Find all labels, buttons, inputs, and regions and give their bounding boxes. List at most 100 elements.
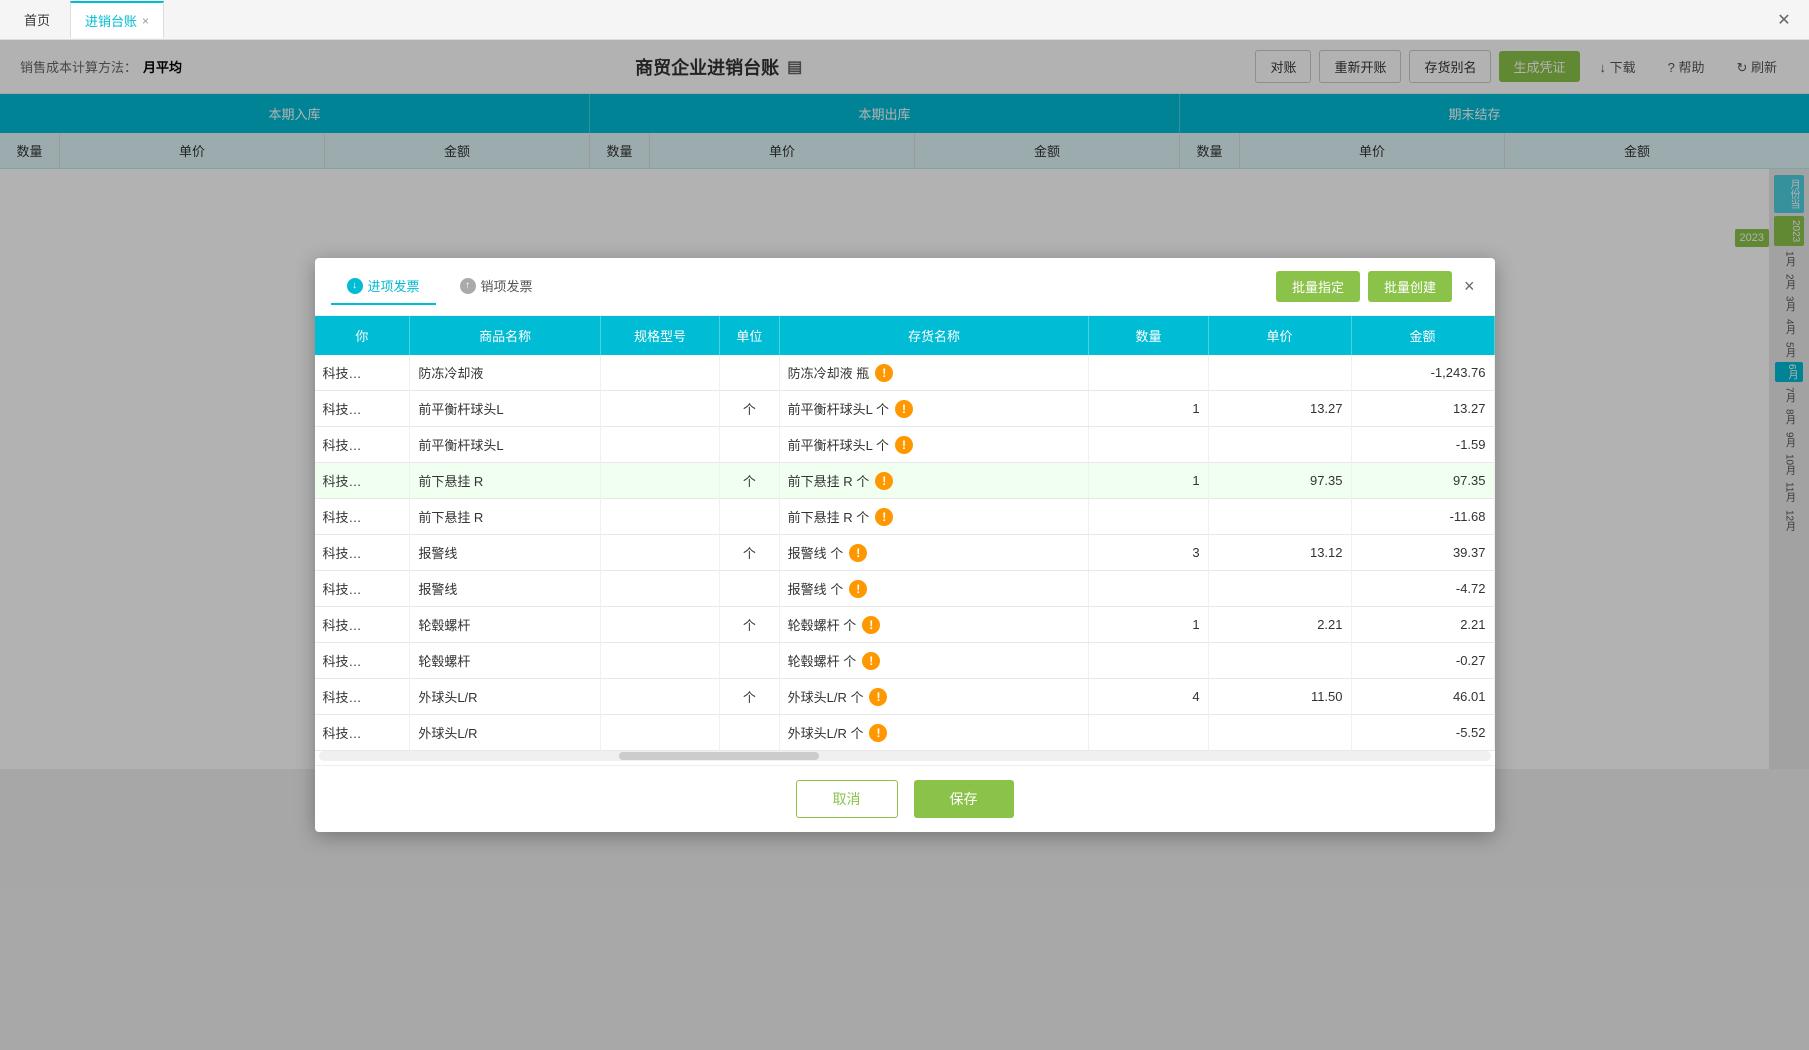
- modal-table-wrap[interactable]: 你 商品名称 规格型号 单位 存货名称 数量 单价 金额 科技… 防冻冷却液: [315, 316, 1495, 751]
- cell-product: 轮毂螺杆: [410, 607, 601, 643]
- table-row: 科技… 前平衡杆球头L 个 前平衡杆球头L 个 ! 1 13.27 13.27: [315, 391, 1495, 427]
- batch-create-button[interactable]: 批量创建: [1368, 271, 1452, 302]
- cell-amount: -1,243.76: [1351, 355, 1494, 391]
- cell-spec: [600, 535, 719, 571]
- warn-icon: !: [875, 364, 893, 382]
- cell-product: 前平衡杆球头L: [410, 427, 601, 463]
- col-product-header: 商品名称: [410, 316, 601, 355]
- cell-spec: [600, 715, 719, 751]
- cell-amount: -1.59: [1351, 427, 1494, 463]
- cell-company: 科技…: [315, 463, 410, 499]
- cell-product: 轮毂螺杆: [410, 643, 601, 679]
- cell-unit: [720, 715, 780, 751]
- incoming-tab-icon: ↓: [347, 278, 363, 294]
- cell-company: 科技…: [315, 571, 410, 607]
- col-amount-header: 金额: [1351, 316, 1494, 355]
- cell-unitprice: [1208, 643, 1351, 679]
- col-inventory-header: 存货名称: [779, 316, 1089, 355]
- cell-unitprice: 11.50: [1208, 679, 1351, 715]
- table-row: 科技… 前下悬挂 R 前下悬挂 R 个 ! -11.68: [315, 499, 1495, 535]
- cell-unit: 个: [720, 535, 780, 571]
- cell-spec: [600, 643, 719, 679]
- cell-unit: [720, 571, 780, 607]
- cell-inventory: 前平衡杆球头L 个 !: [780, 391, 1089, 426]
- warn-icon: !: [862, 616, 880, 634]
- cell-quantity: 3: [1089, 535, 1208, 571]
- outgoing-tab-icon: ↑: [460, 278, 476, 294]
- tab-incoming-invoice[interactable]: ↓ 进项发票: [331, 268, 436, 305]
- warn-icon: !: [862, 652, 880, 670]
- cell-company: 科技…: [315, 715, 410, 751]
- cell-unit: 个: [720, 679, 780, 715]
- cell-inventory: 报警线 个 !: [780, 571, 1089, 606]
- table-row: 科技… 外球头L/R 个 外球头L/R 个 ! 4 11.50 46.01: [315, 679, 1495, 715]
- cell-spec: [600, 391, 719, 427]
- cell-company: 科技…: [315, 535, 410, 571]
- warn-icon: !: [869, 688, 887, 706]
- cell-inventory: 前平衡杆球头L 个 !: [780, 427, 1089, 462]
- cell-product: 防冻冷却液: [410, 355, 601, 391]
- cell-unitprice: [1208, 427, 1351, 463]
- col-company-header: 你: [315, 316, 410, 355]
- cell-inventory: 轮毂螺杆 个 !: [780, 643, 1089, 678]
- cell-product: 报警线: [410, 571, 601, 607]
- col-unitprice-header: 单价: [1208, 316, 1351, 355]
- cell-spec: [600, 679, 719, 715]
- cell-spec: [600, 463, 719, 499]
- cell-unit: [720, 499, 780, 535]
- cell-unit: [720, 427, 780, 463]
- cell-inventory: 防冻冷却液 瓶 !: [780, 355, 1089, 390]
- batch-assign-button[interactable]: 批量指定: [1276, 271, 1360, 302]
- cell-unitprice: 2.21: [1208, 607, 1351, 643]
- modal-header: ↓ 进项发票 ↑ 销项发票 批量指定 批量创建 ×: [315, 258, 1495, 316]
- cell-company: 科技…: [315, 355, 410, 391]
- cell-quantity: 1: [1089, 391, 1208, 427]
- table-row: 科技… 报警线 个 报警线 个 ! 3 13.12 39.37: [315, 535, 1495, 571]
- warn-icon: !: [849, 544, 867, 562]
- modal-dialog: ↓ 进项发票 ↑ 销项发票 批量指定 批量创建 × 你: [315, 258, 1495, 832]
- cell-spec: [600, 427, 719, 463]
- warn-icon: !: [869, 724, 887, 742]
- cell-spec: [600, 571, 719, 607]
- cell-unit: 个: [720, 607, 780, 643]
- cell-amount: -11.68: [1351, 499, 1494, 535]
- cell-unitprice: 13.27: [1208, 391, 1351, 427]
- cell-product: 前平衡杆球头L: [410, 391, 601, 427]
- cell-amount: -4.72: [1351, 571, 1494, 607]
- cell-spec: [600, 607, 719, 643]
- modal-table: 你 商品名称 规格型号 单位 存货名称 数量 单价 金额 科技… 防冻冷却液: [315, 316, 1495, 751]
- warn-icon: !: [895, 400, 913, 418]
- cell-amount: 2.21: [1351, 607, 1494, 643]
- cell-inventory: 前下悬挂 R 个 !: [780, 499, 1089, 534]
- tab-active[interactable]: 进销台账 ×: [70, 1, 164, 38]
- cell-quantity: [1089, 355, 1208, 391]
- cell-amount: 46.01: [1351, 679, 1494, 715]
- cancel-button[interactable]: 取消: [796, 780, 898, 818]
- table-row: 科技… 外球头L/R 外球头L/R 个 ! -5.52: [315, 715, 1495, 751]
- main-content: 销售成本计算方法： 月平均 商贸企业进销台账 ▤ 对账 重新开账 存货别名 生成…: [0, 40, 1809, 1050]
- modal-close-button[interactable]: ×: [1460, 272, 1479, 301]
- tab-close-icon[interactable]: ×: [142, 14, 149, 28]
- cell-company: 科技…: [315, 643, 410, 679]
- tab-home[interactable]: 首页: [10, 2, 64, 37]
- warn-icon: !: [875, 508, 893, 526]
- cell-amount: 97.35: [1351, 463, 1494, 499]
- cell-company: 科技…: [315, 391, 410, 427]
- window-close-button[interactable]: ✕: [1769, 5, 1799, 35]
- modal-scrollbar[interactable]: [319, 751, 1491, 761]
- modal-scrollbar-thumb: [619, 752, 819, 760]
- cell-unit: 个: [720, 463, 780, 499]
- cell-company: 科技…: [315, 679, 410, 715]
- cell-unitprice: [1208, 571, 1351, 607]
- cell-unitprice: 13.12: [1208, 535, 1351, 571]
- cell-unitprice: [1208, 715, 1351, 751]
- cell-company: 科技…: [315, 499, 410, 535]
- table-row: 科技… 轮毂螺杆 个 轮毂螺杆 个 ! 1 2.21 2.21: [315, 607, 1495, 643]
- cell-amount: 13.27: [1351, 391, 1494, 427]
- cell-product: 报警线: [410, 535, 601, 571]
- cell-amount: 39.37: [1351, 535, 1494, 571]
- table-row: 科技… 报警线 报警线 个 ! -4.72: [315, 571, 1495, 607]
- save-button[interactable]: 保存: [914, 780, 1014, 818]
- cell-company: 科技…: [315, 607, 410, 643]
- tab-outgoing-invoice[interactable]: ↑ 销项发票: [444, 268, 549, 305]
